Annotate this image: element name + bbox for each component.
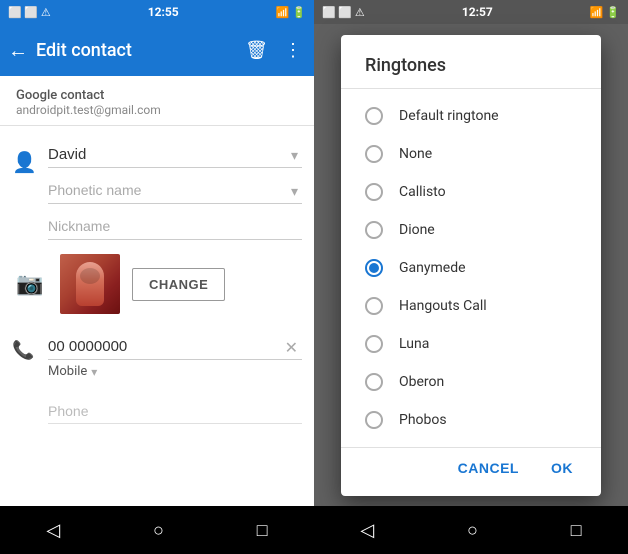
radio-ganymede[interactable] bbox=[365, 259, 383, 277]
right-status-icons: ⬜ ⬜ ⚠ bbox=[322, 6, 365, 19]
toolbar-title: Edit contact bbox=[36, 40, 233, 61]
nav-recent-button[interactable]: □ bbox=[257, 520, 268, 541]
right-status-bar: ⬜ ⬜ ⚠ 12:57 📶 🔋 bbox=[314, 0, 628, 24]
photo-thumb-inner bbox=[60, 254, 120, 314]
right-nav-recent-button[interactable]: □ bbox=[571, 520, 582, 541]
first-name-input[interactable] bbox=[48, 134, 302, 168]
left-time: 12:55 bbox=[148, 5, 179, 19]
dialog-title: Ringtones bbox=[341, 35, 601, 89]
wifi-icon: 📶 bbox=[276, 6, 290, 19]
contact-info: Google contact androidpit.test@gmail.com bbox=[0, 76, 314, 126]
right-nav-home-button[interactable]: ○ bbox=[467, 520, 478, 541]
phone-row: 📞 ✕ Mobile ▾ bbox=[0, 322, 314, 383]
add-phone-field bbox=[48, 395, 302, 424]
right-time: 12:57 bbox=[462, 5, 493, 19]
ringtone-item-default[interactable]: Default ringtone bbox=[341, 97, 601, 135]
right-nav-back-button[interactable]: ◁ bbox=[360, 520, 374, 541]
notification-icons: ⬜ ⬜ ⚠ bbox=[8, 6, 51, 19]
ringtone-list: Default ringtone None Callisto Dione bbox=[341, 89, 601, 447]
radio-dione[interactable] bbox=[365, 221, 383, 239]
right-battery-icon: 🔋 bbox=[606, 6, 620, 19]
delete-button[interactable]: 🗑 bbox=[241, 36, 272, 65]
left-status-icons: ⬜ ⬜ ⚠ bbox=[8, 6, 51, 19]
nav-back-button[interactable]: ◁ bbox=[46, 520, 60, 541]
phone-number-field: ✕ bbox=[48, 326, 302, 360]
radio-luna[interactable] bbox=[365, 335, 383, 353]
clear-phone-icon[interactable]: ✕ bbox=[285, 338, 298, 357]
finger-shape bbox=[76, 262, 104, 306]
photo-thumbnail[interactable] bbox=[60, 254, 120, 314]
phonetic-name-input[interactable] bbox=[48, 170, 302, 204]
camera-icon: 📷 bbox=[12, 272, 48, 297]
radio-phobos[interactable] bbox=[365, 411, 383, 429]
right-wifi-icon: 📶 bbox=[590, 6, 604, 19]
nickname-input[interactable] bbox=[48, 206, 302, 240]
add-phone-input[interactable] bbox=[48, 395, 302, 424]
add-phone-row bbox=[0, 383, 314, 428]
ringtone-item-luna[interactable]: Luna bbox=[341, 325, 601, 363]
ringtone-item-none[interactable]: None bbox=[341, 135, 601, 173]
photo-row: 📷 CHANGE bbox=[0, 246, 314, 322]
left-nav-bar: ◁ ○ □ bbox=[0, 506, 314, 554]
left-panel: ⬜ ⬜ ⚠ 12:55 📶 🔋 ← Edit contact 🗑 ⋮ Googl… bbox=[0, 0, 314, 554]
first-name-field: ▾ bbox=[48, 134, 302, 168]
back-button[interactable]: ← bbox=[8, 38, 28, 63]
ringtone-label-phobos: Phobos bbox=[399, 412, 447, 428]
toolbar: ← Edit contact 🗑 ⋮ bbox=[0, 24, 314, 76]
right-panel: ⬜ ⬜ ⚠ 12:57 📶 🔋 Ringtones Default ringto… bbox=[314, 0, 628, 554]
ringtone-label-dione: Dione bbox=[399, 222, 435, 238]
ringtone-item-ganymede[interactable]: Ganymede bbox=[341, 249, 601, 287]
radio-ganymede-inner bbox=[369, 263, 379, 273]
dialog-actions: CANCEL OK bbox=[341, 447, 601, 488]
phone-number-input[interactable] bbox=[48, 326, 302, 360]
ok-button[interactable]: OK bbox=[539, 452, 585, 484]
left-status-bar: ⬜ ⬜ ⚠ 12:55 📶 🔋 bbox=[0, 0, 314, 24]
phonetic-name-field: ▾ bbox=[48, 170, 302, 204]
nav-home-button[interactable]: ○ bbox=[153, 520, 164, 541]
ringtone-label-luna: Luna bbox=[399, 336, 429, 352]
ringtone-item-oberon[interactable]: Oberon bbox=[341, 363, 601, 401]
ringtone-label-none: None bbox=[399, 146, 432, 162]
phone-icon: 📞 bbox=[12, 326, 48, 361]
name-fields: ▾ ▾ bbox=[48, 134, 302, 242]
cancel-button[interactable]: CANCEL bbox=[446, 452, 531, 484]
ringtone-label-callisto: Callisto bbox=[399, 184, 446, 200]
radio-callisto[interactable] bbox=[365, 183, 383, 201]
ringtone-label-ganymede: Ganymede bbox=[399, 260, 466, 276]
nickname-field bbox=[48, 206, 302, 240]
dialog-backdrop: Ringtones Default ringtone None Callisto… bbox=[314, 24, 628, 506]
radio-hangouts[interactable] bbox=[365, 297, 383, 315]
ringtone-label-hangouts: Hangouts Call bbox=[399, 298, 487, 314]
phone-type-row: Mobile ▾ bbox=[48, 364, 302, 379]
radio-oberon[interactable] bbox=[365, 373, 383, 391]
contact-email: androidpit.test@gmail.com bbox=[16, 103, 298, 117]
ringtone-label-default: Default ringtone bbox=[399, 108, 499, 124]
radio-none[interactable] bbox=[365, 145, 383, 163]
left-signal-icons: 📶 🔋 bbox=[276, 6, 306, 19]
change-photo-button[interactable]: CHANGE bbox=[132, 268, 225, 301]
ringtone-item-dione[interactable]: Dione bbox=[341, 211, 601, 249]
right-notification-icons: ⬜ ⬜ ⚠ bbox=[322, 6, 365, 19]
ringtones-dialog: Ringtones Default ringtone None Callisto… bbox=[341, 35, 601, 496]
name-dropdown-icon[interactable]: ▾ bbox=[291, 148, 298, 164]
ringtone-item-hangouts[interactable]: Hangouts Call bbox=[341, 287, 601, 325]
name-row: 👤 ▾ ▾ bbox=[0, 130, 314, 246]
phone-fields: ✕ Mobile ▾ bbox=[48, 326, 302, 379]
phone-type-dropdown-icon[interactable]: ▾ bbox=[91, 365, 97, 379]
right-signal-icons: 📶 🔋 bbox=[590, 6, 620, 19]
ringtone-item-callisto[interactable]: Callisto bbox=[341, 173, 601, 211]
right-nav-bar: ◁ ○ □ bbox=[314, 506, 628, 554]
more-button[interactable]: ⋮ bbox=[280, 36, 306, 65]
form-area: 👤 ▾ ▾ 📷 bbox=[0, 126, 314, 506]
battery-icon: 🔋 bbox=[292, 6, 306, 19]
ringtone-label-oberon: Oberon bbox=[399, 374, 444, 390]
phone-type-label: Mobile bbox=[48, 364, 87, 379]
person-icon: 👤 bbox=[12, 134, 48, 174]
contact-type: Google contact bbox=[16, 88, 298, 103]
radio-default[interactable] bbox=[365, 107, 383, 125]
phonetic-dropdown-icon[interactable]: ▾ bbox=[291, 184, 298, 200]
ringtone-item-phobos[interactable]: Phobos bbox=[341, 401, 601, 439]
